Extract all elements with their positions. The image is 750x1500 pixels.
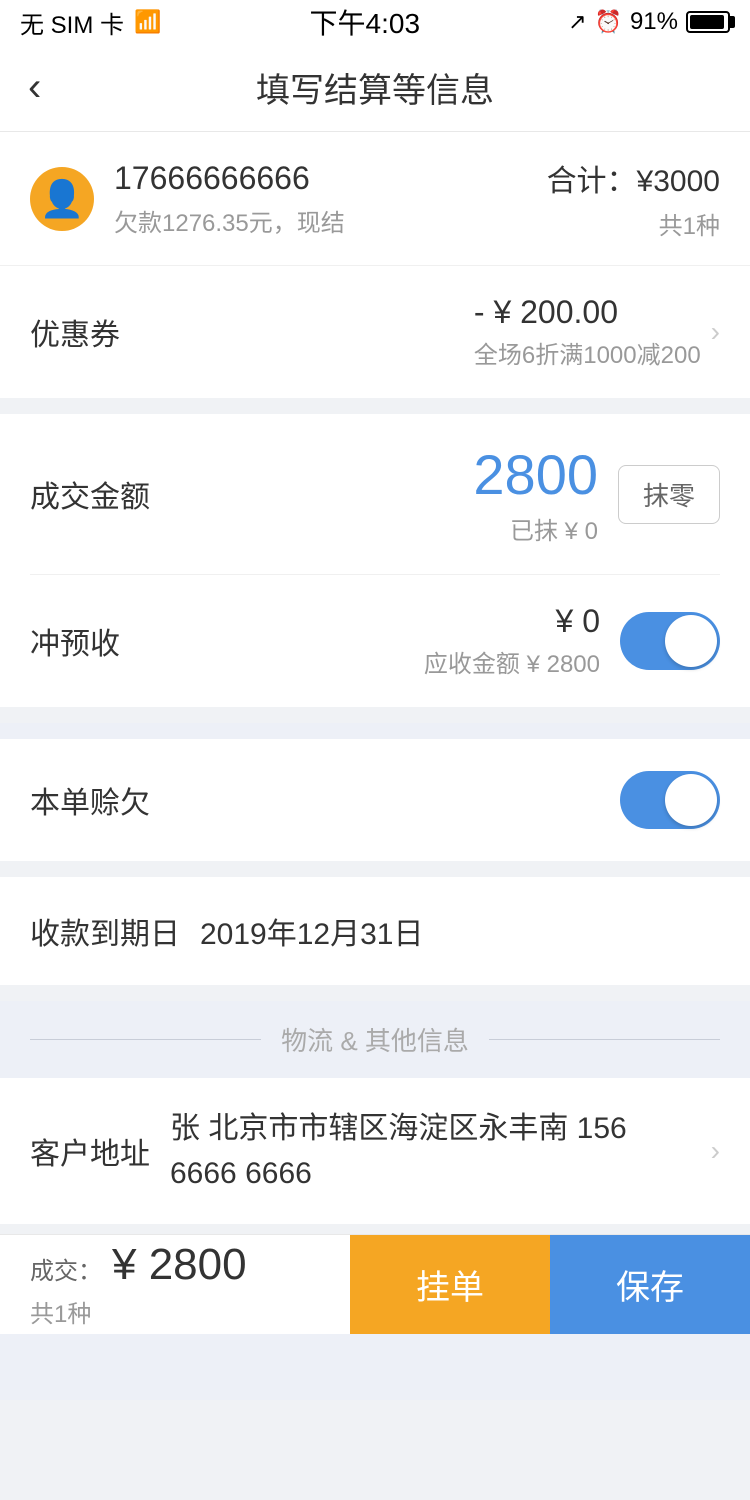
customer-phone: 17666666666 (114, 160, 547, 197)
bottom-bar: 成交： ¥ 2800 共1种 挂单 保存 (0, 1234, 750, 1334)
amount-right: 2800 已抹 ¥ 0 抹零 (473, 442, 720, 546)
coupon-desc: 全场6折满1000减200 (474, 335, 701, 370)
prepaid-group: ¥ 0 应收金额 ¥ 2800 (424, 603, 600, 679)
total-count: 共1种 (547, 206, 720, 241)
toggle-thumb (665, 615, 717, 667)
logistics-divider: 物流 & 其他信息 (0, 1001, 750, 1078)
amount-value: 2800 (473, 442, 598, 507)
address-chevron-icon: › (711, 1135, 720, 1167)
battery-percent: 91% (630, 8, 678, 36)
duedate-value: 2019年12月31日 (200, 909, 423, 953)
customer-section: 👤 17666666666 欠款1276.35元，现结 合计：¥3000 共1种… (0, 132, 750, 398)
divider-line-left (30, 1039, 261, 1040)
total-amount: 合计：¥3000 (547, 156, 720, 200)
customer-debt: 欠款1276.35元，现结 (114, 203, 547, 238)
duedate-row: 收款到期日 2019年12月31日 (30, 877, 720, 985)
bottom-amount: ¥ 2800 (112, 1240, 247, 1290)
amount-row: 成交金额 2800 已抹 ¥ 0 抹零 (30, 414, 720, 575)
address-value: 张 北京市市辖区海淀区永丰南 156 6666 6666 (170, 1106, 691, 1196)
duedate-section: 收款到期日 2019年12月31日 (0, 877, 750, 985)
debt-section: 本单赊欠 (0, 739, 750, 861)
transaction-section: 成交金额 2800 已抹 ¥ 0 抹零 冲预收 ¥ 0 应收金额 ¥ 2800 (0, 414, 750, 707)
status-bar: 无 SIM 卡 📶 下午4:03 ↗ ⏰ 91% (0, 0, 750, 44)
transaction-label: 成交： (30, 1251, 102, 1286)
prepaid-sub: 应收金额 ¥ 2800 (424, 644, 600, 679)
duedate-label: 收款到期日 (30, 909, 180, 953)
divider-line-right (489, 1039, 720, 1040)
prepaid-label: 冲预收 (30, 619, 120, 663)
separator-1 (0, 723, 750, 739)
coupon-chevron-icon: › (711, 316, 720, 348)
prepaid-right: ¥ 0 应收金额 ¥ 2800 (424, 603, 720, 679)
avatar: 👤 (30, 167, 94, 231)
debt-row: 本单赊欠 (30, 739, 720, 861)
prepaid-row: 冲预收 ¥ 0 应收金额 ¥ 2800 (30, 575, 720, 707)
customer-total: 合计：¥3000 共1种 (547, 156, 720, 241)
logistics-label: 物流 & 其他信息 (281, 1021, 469, 1058)
round-button[interactable]: 抹零 (618, 465, 720, 524)
back-button[interactable]: ‹ (28, 65, 41, 110)
page-title: 填写结算等信息 (256, 63, 494, 112)
bottom-count: 共1种 (30, 1294, 320, 1329)
amount-group: 2800 已抹 ¥ 0 (473, 442, 598, 546)
amount-label: 成交金额 (30, 472, 150, 516)
debt-label: 本单赊欠 (30, 778, 150, 822)
amount-sub: 已抹 ¥ 0 (473, 511, 598, 546)
wifi-icon: 📶 (134, 9, 161, 35)
coupon-amount: - ¥ 200.00 (474, 294, 701, 331)
status-right: ↗ ⏰ 91% (568, 8, 730, 36)
status-time: 下午4:03 (310, 2, 421, 42)
prepaid-toggle[interactable] (620, 612, 720, 670)
debt-toggle[interactable] (620, 771, 720, 829)
carrier-text: 无 SIM 卡 (20, 5, 124, 40)
location-icon: ↗ (568, 9, 586, 35)
hold-button[interactable]: 挂单 (350, 1235, 550, 1334)
battery-icon (686, 11, 730, 33)
coupon-row[interactable]: 优惠券 - ¥ 200.00 全场6折满1000减200 › (0, 265, 750, 398)
address-section: 客户地址 张 北京市市辖区海淀区永丰南 156 6666 6666 › (0, 1078, 750, 1224)
prepaid-value: ¥ 0 (424, 603, 600, 640)
bottom-total: 成交： ¥ 2800 (30, 1240, 320, 1290)
customer-row: 👤 17666666666 欠款1276.35元，现结 合计：¥3000 共1种 (0, 132, 750, 265)
save-button[interactable]: 保存 (550, 1235, 750, 1334)
address-label: 客户地址 (30, 1129, 150, 1173)
debt-toggle-thumb (665, 774, 717, 826)
customer-info: 17666666666 欠款1276.35元，现结 (114, 160, 547, 238)
nav-bar: ‹ 填写结算等信息 (0, 44, 750, 132)
bottom-info: 成交： ¥ 2800 共1种 (0, 1240, 350, 1329)
avatar-icon: 👤 (40, 178, 85, 220)
status-left: 无 SIM 卡 📶 (20, 5, 161, 40)
alarm-icon: ⏰ (595, 9, 622, 35)
coupon-label: 优惠券 (30, 310, 120, 354)
address-row[interactable]: 客户地址 张 北京市市辖区海淀区永丰南 156 6666 6666 › (30, 1078, 720, 1224)
bottom-buttons: 挂单 保存 (350, 1235, 750, 1334)
